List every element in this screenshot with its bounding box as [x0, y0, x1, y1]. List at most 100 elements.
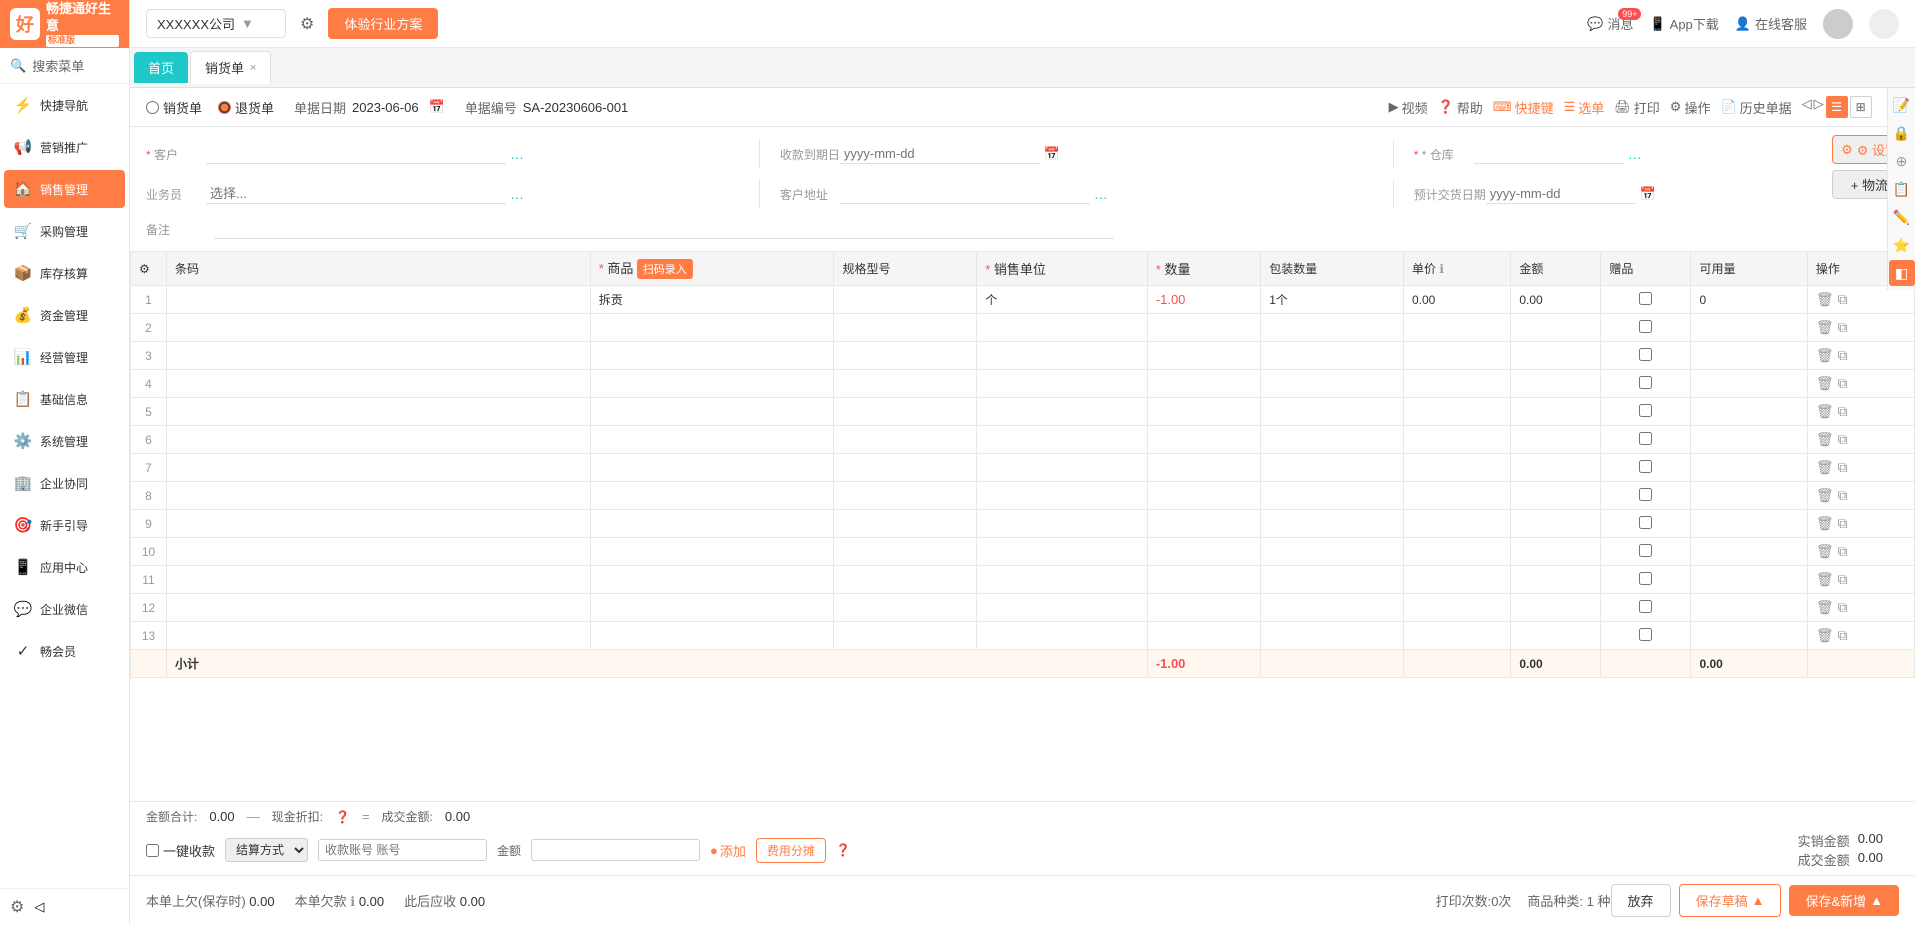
shortcut-btn[interactable]: ⌨ 快捷键 — [1493, 98, 1554, 117]
app-download-button[interactable]: 📱 App下载 — [1649, 14, 1718, 33]
rp-orange-icon[interactable]: ◧ — [1889, 260, 1915, 286]
sidebar-item-quick-nav[interactable]: ⚡ 快捷导航 — [4, 86, 125, 124]
rp-edit-icon[interactable]: 📝 — [1889, 92, 1915, 118]
delete-icon[interactable]: 🗑 — [1816, 375, 1834, 392]
row-gift[interactable] — [1601, 286, 1691, 314]
sidebar-item-member[interactable]: ✓ 畅会员 — [4, 632, 125, 670]
copy-icon[interactable]: ⧉ — [1838, 431, 1848, 448]
sidebar-item-enterprise[interactable]: 🏢 企业协同 — [4, 464, 125, 502]
delete-icon[interactable]: 🗑 — [1816, 487, 1834, 504]
rp-add-icon[interactable]: ⊕ — [1889, 148, 1915, 174]
radio-sales[interactable]: 销货单 — [146, 98, 202, 117]
add-payment-button[interactable]: ● 添加 — [710, 841, 746, 860]
grid-view-btn[interactable]: ⊞ — [1850, 96, 1872, 118]
salesman-dots[interactable]: … — [510, 186, 524, 202]
radio-return[interactable]: 退货单 — [218, 98, 274, 117]
payment-date-input[interactable] — [840, 144, 1040, 164]
delete-icon[interactable]: 🗑 — [1816, 627, 1834, 644]
row-price[interactable]: 0.00 — [1403, 286, 1510, 314]
warehouse-dots[interactable]: … — [1628, 146, 1642, 162]
one-click-payment-checkbox[interactable]: 一键收款 — [146, 841, 215, 860]
sidebar-item-operations[interactable]: 📊 经营管理 — [4, 338, 125, 376]
warehouse-input[interactable]: 建材仓 — [1474, 144, 1624, 164]
tab-sales-order[interactable]: 销货单 × — [190, 51, 271, 84]
customer-addr-dots[interactable]: … — [1094, 186, 1108, 202]
row-amount[interactable]: 0.00 — [1511, 286, 1601, 314]
copy-icon[interactable]: ⧉ — [1838, 459, 1848, 476]
row-qty[interactable]: -1.00 — [1147, 286, 1260, 314]
copy-icon[interactable]: ⧉ — [1838, 487, 1848, 504]
user-avatar[interactable] — [1823, 9, 1853, 39]
delete-icon[interactable]: 🗑 — [1816, 599, 1834, 616]
save-new-button[interactable]: 保存&新增 ▲ — [1789, 885, 1899, 916]
copy-icon[interactable]: ⧉ — [1838, 627, 1848, 644]
copy-icon[interactable]: ⧉ — [1838, 347, 1848, 364]
tab-close-icon[interactable]: × — [250, 62, 256, 74]
rp-pencil-icon[interactable]: ✏️ — [1889, 204, 1915, 230]
save-draft-button[interactable]: 保存草稿 ▲ — [1679, 884, 1782, 917]
discount-info-icon[interactable]: ❓ — [335, 810, 350, 824]
scan-button[interactable]: 扫码录入 — [637, 259, 693, 279]
help-btn[interactable]: ❓ 帮助 — [1438, 98, 1483, 117]
customer-addr-input[interactable] — [840, 184, 1090, 204]
payment-account-input[interactable] — [318, 839, 487, 861]
sidebar-item-inventory[interactable]: 📦 库存核算 — [4, 254, 125, 292]
expense-split-button[interactable]: 费用分摊 — [756, 838, 826, 863]
payment-amount-input[interactable] — [531, 839, 700, 861]
sidebar-gear-icon[interactable]: ⚙ — [10, 897, 24, 917]
customer-dots[interactable]: … — [510, 146, 524, 162]
history-btn[interactable]: 📄 历史单据 — [1720, 98, 1791, 117]
payment-method-select[interactable]: 结算方式 — [225, 838, 308, 862]
sidebar-item-purchase[interactable]: 🛒 采购管理 — [4, 212, 125, 250]
delete-icon[interactable]: 🗑 — [1816, 515, 1834, 532]
online-service-button[interactable]: 👤 在线客服 — [1735, 14, 1807, 33]
delete-icon[interactable]: 🗑 — [1816, 347, 1834, 364]
expected-date-calendar[interactable]: 📅 — [1640, 186, 1656, 202]
operation-btn[interactable]: ⚙ 操作 — [1670, 98, 1711, 117]
row-spec[interactable] — [834, 286, 977, 314]
debit-info-icon[interactable]: ℹ — [350, 894, 355, 909]
delete-icon[interactable]: 🗑 — [1816, 291, 1834, 308]
sidebar-item-app-center[interactable]: 📱 应用中心 — [4, 548, 125, 586]
rp-lock-icon[interactable]: 🔒 — [1889, 120, 1915, 146]
copy-icon[interactable]: ⧉ — [1838, 543, 1848, 560]
sidebar-item-wechat[interactable]: 💬 企业微信 — [4, 590, 125, 628]
row-product[interactable]: 拆贡 — [590, 286, 834, 314]
customer-input[interactable] — [206, 144, 506, 164]
copy-icon[interactable]: ⧉ — [1838, 599, 1848, 616]
video-btn[interactable]: ▶ 视频 — [1389, 98, 1428, 117]
expense-info-icon[interactable]: ❓ — [836, 843, 851, 857]
sidebar-item-sales[interactable]: 🏠 销售管理 — [4, 170, 125, 208]
company-select[interactable]: XXXXXX公司 ▼ — [146, 9, 286, 38]
trial-button[interactable]: 体验行业方案 — [328, 8, 438, 39]
col-settings[interactable]: ⚙ — [131, 252, 167, 286]
row-pkg-qty[interactable]: 1个 — [1261, 286, 1404, 314]
select-btn[interactable]: ☰ 选单 — [1564, 98, 1605, 117]
tab-home[interactable]: 首页 — [134, 52, 188, 83]
copy-icon[interactable]: ⧉ — [1838, 319, 1848, 336]
copy-icon[interactable]: ⧉ — [1838, 375, 1848, 392]
copy-icon[interactable]: ⧉ — [1838, 291, 1848, 308]
user-menu[interactable] — [1869, 9, 1899, 39]
row-barcode[interactable] — [167, 286, 591, 314]
next-arrow[interactable]: ▷ — [1814, 96, 1824, 118]
discard-button[interactable]: 放弃 — [1611, 884, 1671, 917]
print-btn[interactable]: 🖨 打印 — [1614, 98, 1660, 117]
sidebar-item-guide[interactable]: 🎯 新手引导 — [4, 506, 125, 544]
expected-date-input[interactable] — [1486, 184, 1636, 204]
sidebar-collapse-icon[interactable]: ◁ — [34, 899, 44, 915]
sidebar-item-marketing[interactable]: 📢 营销推广 — [4, 128, 125, 166]
topbar-settings-icon[interactable]: ⚙ — [296, 10, 318, 38]
sidebar-item-finance[interactable]: 💰 资金管理 — [4, 296, 125, 334]
message-button[interactable]: 💬 消息 99+ — [1587, 14, 1633, 33]
calendar-icon[interactable]: 📅 — [429, 99, 445, 115]
delete-icon[interactable]: 🗑 — [1816, 543, 1834, 560]
salesman-input[interactable] — [206, 184, 506, 204]
delete-icon[interactable]: 🗑 — [1816, 459, 1834, 476]
sidebar-item-system[interactable]: ⚙️ 系统管理 — [4, 422, 125, 460]
rp-clipboard-icon[interactable]: 📋 — [1889, 176, 1915, 202]
sidebar-item-base-info[interactable]: 📋 基础信息 — [4, 380, 125, 418]
rp-star-icon[interactable]: ⭐ — [1889, 232, 1915, 258]
delete-icon[interactable]: 🗑 — [1816, 319, 1834, 336]
row-unit[interactable]: 个 — [977, 286, 1148, 314]
